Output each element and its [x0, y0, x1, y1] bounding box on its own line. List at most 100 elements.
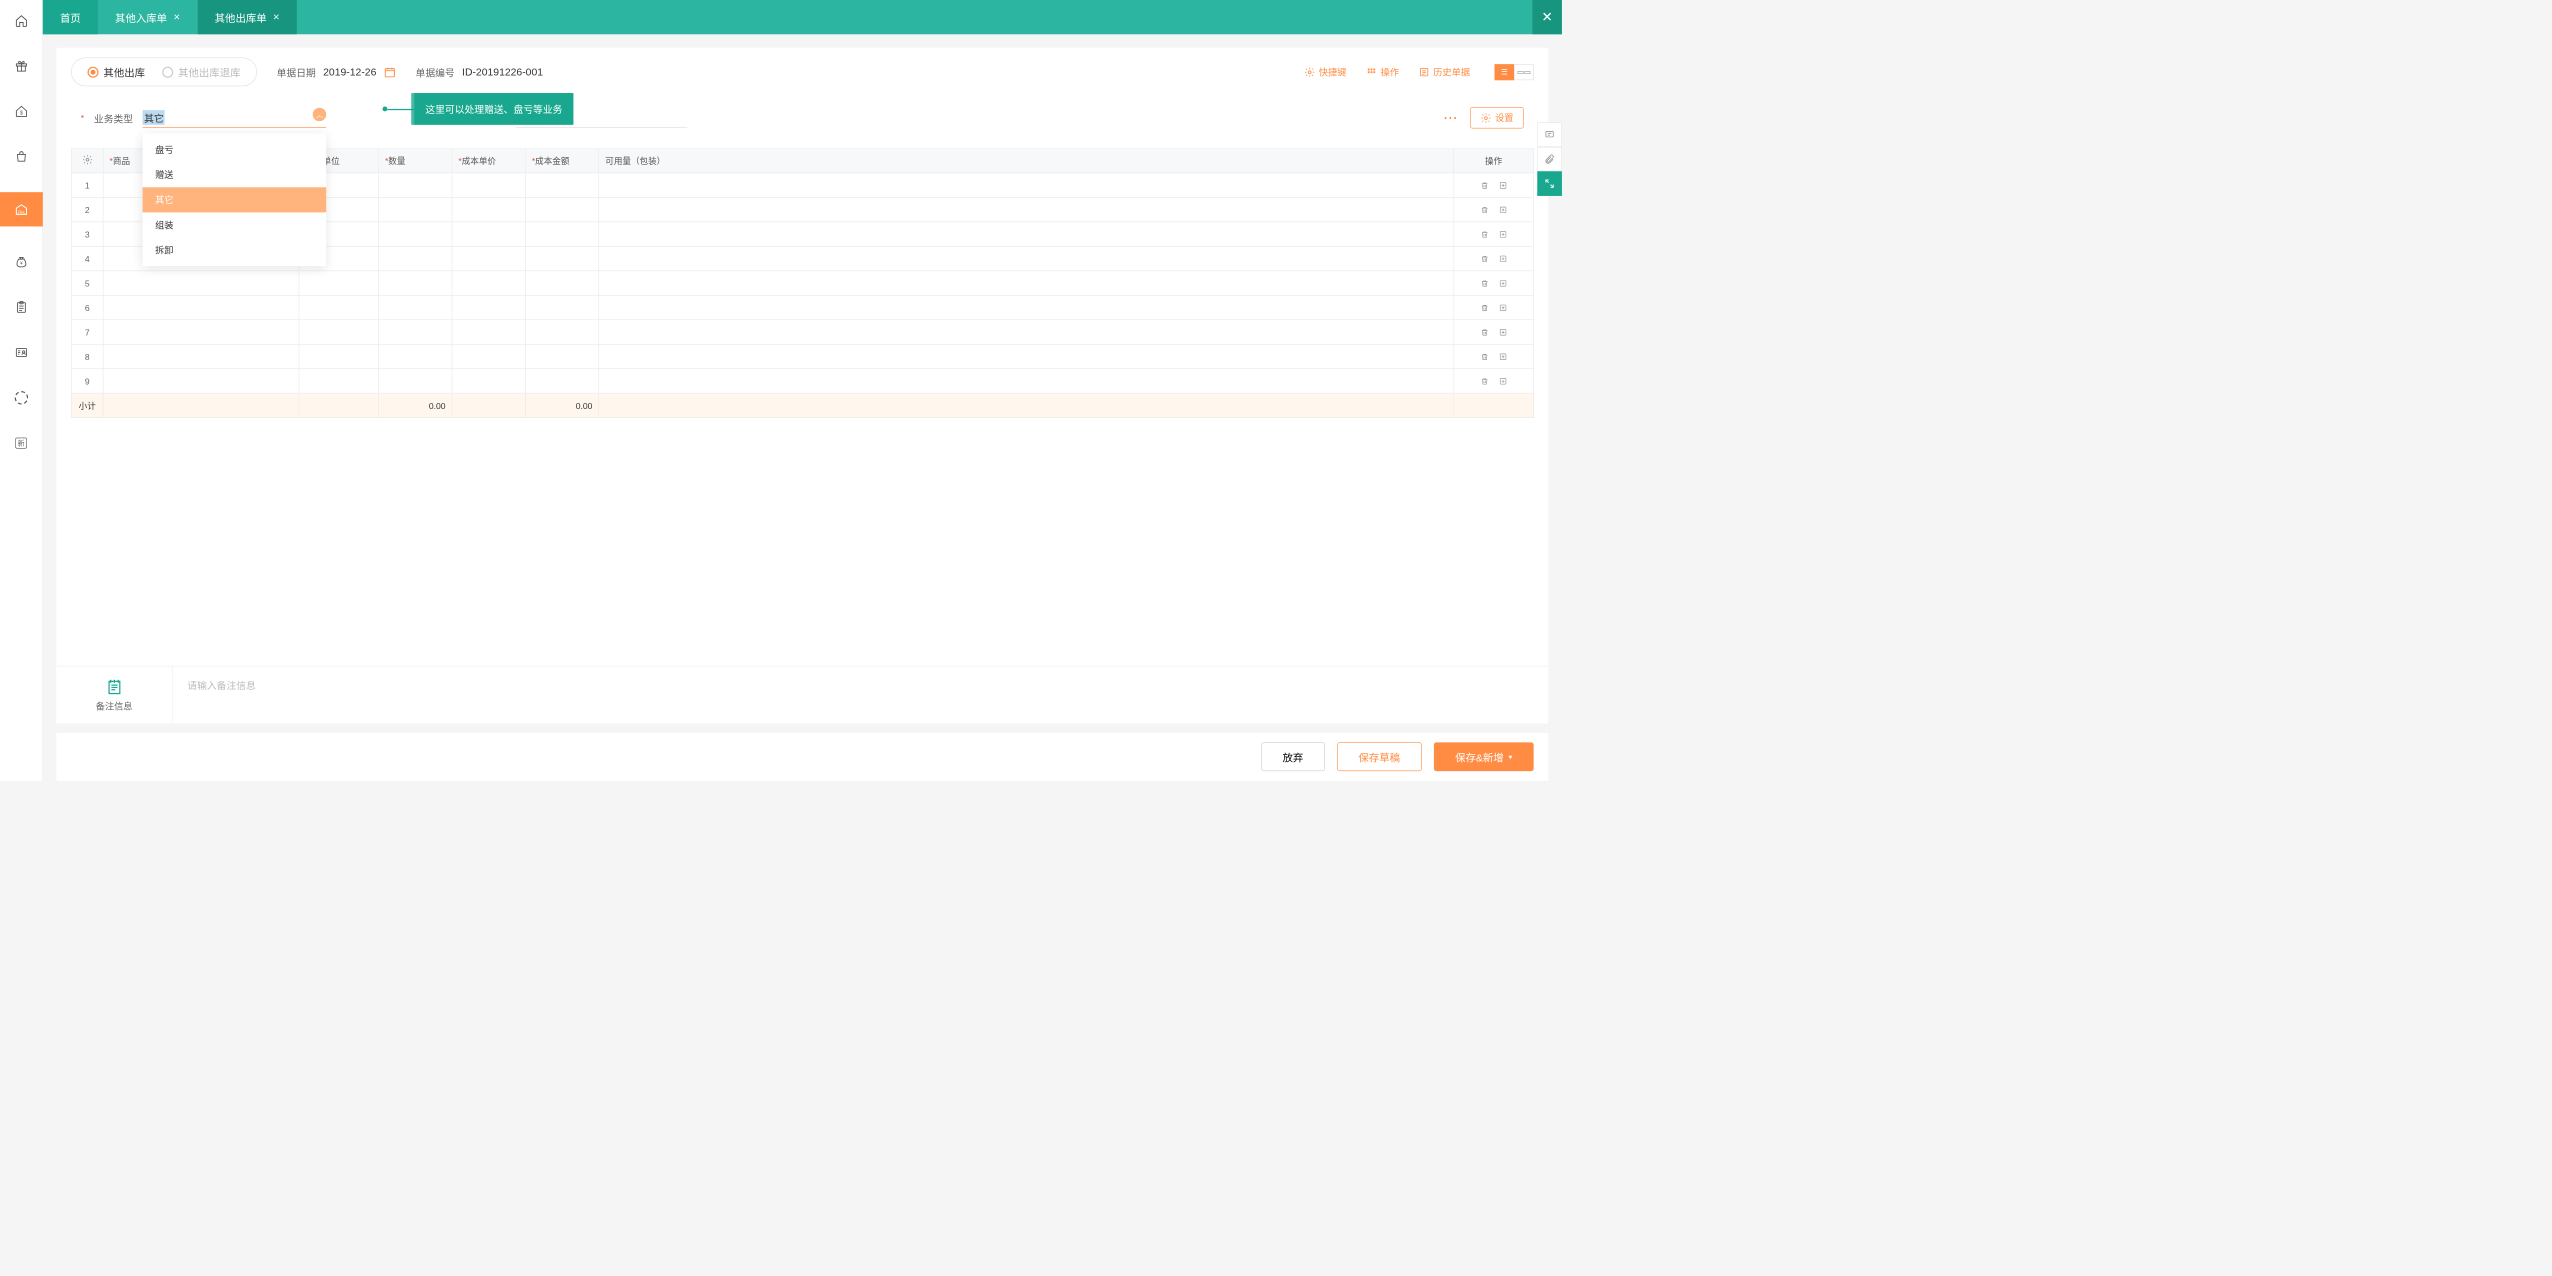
comment-icon[interactable] [1537, 122, 1561, 146]
cell-unit-cost[interactable] [452, 271, 525, 295]
cell-qty[interactable] [379, 222, 452, 246]
add-row-icon[interactable] [1496, 178, 1509, 191]
add-row-icon[interactable] [1496, 325, 1509, 338]
add-row-icon[interactable] [1496, 203, 1509, 216]
radio-other-out[interactable]: 其他出库 [88, 64, 146, 79]
save-and-new-button[interactable]: 保存&新增▾ [1434, 742, 1534, 771]
cell-unit[interactable] [299, 271, 379, 295]
cell-available[interactable] [599, 369, 1454, 393]
cell-cost-amount[interactable] [525, 320, 598, 344]
cell-unit-cost[interactable] [452, 320, 525, 344]
trash-icon[interactable] [1478, 227, 1491, 240]
trash-icon[interactable] [1478, 203, 1491, 216]
cell-available[interactable] [599, 246, 1454, 270]
add-row-icon[interactable] [1496, 301, 1509, 314]
trash-icon[interactable] [1478, 374, 1491, 387]
discard-button[interactable]: 放弃 [1261, 742, 1325, 771]
add-row-icon[interactable] [1496, 227, 1509, 240]
cell-available[interactable] [599, 173, 1454, 197]
cell-cost-amount[interactable] [525, 246, 598, 270]
money-bag-icon[interactable]: ¥ [11, 252, 31, 272]
attachment-icon[interactable] [1537, 147, 1561, 171]
tab-other-in[interactable]: 其他入库单✕ [98, 0, 198, 34]
add-row-icon[interactable] [1496, 276, 1509, 289]
cell-unit-cost[interactable] [452, 197, 525, 221]
operate-button[interactable]: 操作 [1366, 65, 1399, 78]
cell-unit[interactable] [299, 344, 379, 368]
house-money-icon[interactable]: $ [11, 102, 31, 122]
col-gear[interactable] [71, 148, 103, 172]
cell-qty[interactable] [379, 246, 452, 270]
cell-product[interactable] [103, 295, 299, 319]
add-row-icon[interactable] [1496, 252, 1509, 265]
cell-unit-cost[interactable] [452, 369, 525, 393]
business-type-option[interactable]: 拆卸 [143, 237, 327, 262]
bag-icon[interactable] [11, 147, 31, 167]
view-list-button[interactable]: ☰ [1495, 64, 1515, 80]
cell-product[interactable] [103, 369, 299, 393]
trash-icon[interactable] [1478, 276, 1491, 289]
view-card-button[interactable]: ▭▭ [1514, 64, 1534, 80]
cell-cost-amount[interactable] [525, 173, 598, 197]
contact-card-icon[interactable] [11, 343, 31, 363]
warehouse-icon[interactable] [0, 192, 43, 226]
gift-icon[interactable] [11, 56, 31, 76]
shortcut-button[interactable]: 快捷键 [1304, 65, 1346, 78]
more-icon[interactable]: ⋯ [1438, 109, 1461, 127]
cell-qty[interactable] [379, 197, 452, 221]
bill-date-value[interactable]: 2019-12-26 [323, 66, 376, 78]
calendar-icon[interactable] [384, 66, 396, 78]
cell-available[interactable] [599, 295, 1454, 319]
cell-unit[interactable] [299, 369, 379, 393]
cell-available[interactable] [599, 320, 1454, 344]
history-button[interactable]: 历史单据 [1419, 65, 1470, 78]
cell-available[interactable] [599, 197, 1454, 221]
cell-product[interactable] [103, 344, 299, 368]
chevron-up-icon[interactable]: ︿ [313, 108, 326, 121]
tabbar-close-button[interactable]: ✕ [1532, 0, 1561, 34]
cell-unit-cost[interactable] [452, 246, 525, 270]
business-type-dropdown[interactable]: 其它 ︿ 盘亏赠送其它组装拆卸 [143, 108, 327, 128]
radio-other-out-return[interactable]: 其他出库退库 [162, 64, 240, 79]
cell-cost-amount[interactable] [525, 271, 598, 295]
cell-cost-amount[interactable] [525, 197, 598, 221]
cell-unit-cost[interactable] [452, 173, 525, 197]
cell-cost-amount[interactable] [525, 222, 598, 246]
add-row-icon[interactable] [1496, 374, 1509, 387]
new-badge-icon[interactable]: 新 [11, 433, 31, 453]
tab-other-out[interactable]: 其他出库单✕ [198, 0, 298, 34]
cell-qty[interactable] [379, 173, 452, 197]
cell-unit-cost[interactable] [452, 295, 525, 319]
cell-unit-cost[interactable] [452, 344, 525, 368]
add-row-icon[interactable] [1496, 350, 1509, 363]
trash-icon[interactable] [1478, 350, 1491, 363]
cell-available[interactable] [599, 271, 1454, 295]
cell-cost-amount[interactable] [525, 295, 598, 319]
cell-unit[interactable] [299, 295, 379, 319]
business-type-option[interactable]: 组装 [143, 212, 327, 237]
cell-unit-cost[interactable] [452, 222, 525, 246]
cell-available[interactable] [599, 344, 1454, 368]
cell-cost-amount[interactable] [525, 369, 598, 393]
trash-icon[interactable] [1478, 301, 1491, 314]
cell-cost-amount[interactable] [525, 344, 598, 368]
cell-available[interactable] [599, 222, 1454, 246]
business-type-option[interactable]: 盘亏 [143, 137, 327, 162]
close-icon[interactable]: ✕ [173, 12, 180, 22]
clipboard-icon[interactable] [11, 297, 31, 317]
cell-unit[interactable] [299, 320, 379, 344]
cell-qty[interactable] [379, 271, 452, 295]
cell-qty[interactable] [379, 344, 452, 368]
cell-qty[interactable] [379, 369, 452, 393]
expand-icon[interactable] [1537, 171, 1561, 195]
trash-icon[interactable] [1478, 325, 1491, 338]
cell-product[interactable] [103, 320, 299, 344]
business-type-option[interactable]: 赠送 [143, 162, 327, 187]
cell-product[interactable] [103, 271, 299, 295]
business-type-option[interactable]: 其它 [143, 187, 327, 212]
save-draft-button[interactable]: 保存草稿 [1337, 742, 1421, 771]
trash-icon[interactable] [1478, 252, 1491, 265]
tab-home[interactable]: 首页 [43, 0, 98, 34]
cell-qty[interactable] [379, 320, 452, 344]
settings-button[interactable]: 设置 [1470, 107, 1524, 128]
